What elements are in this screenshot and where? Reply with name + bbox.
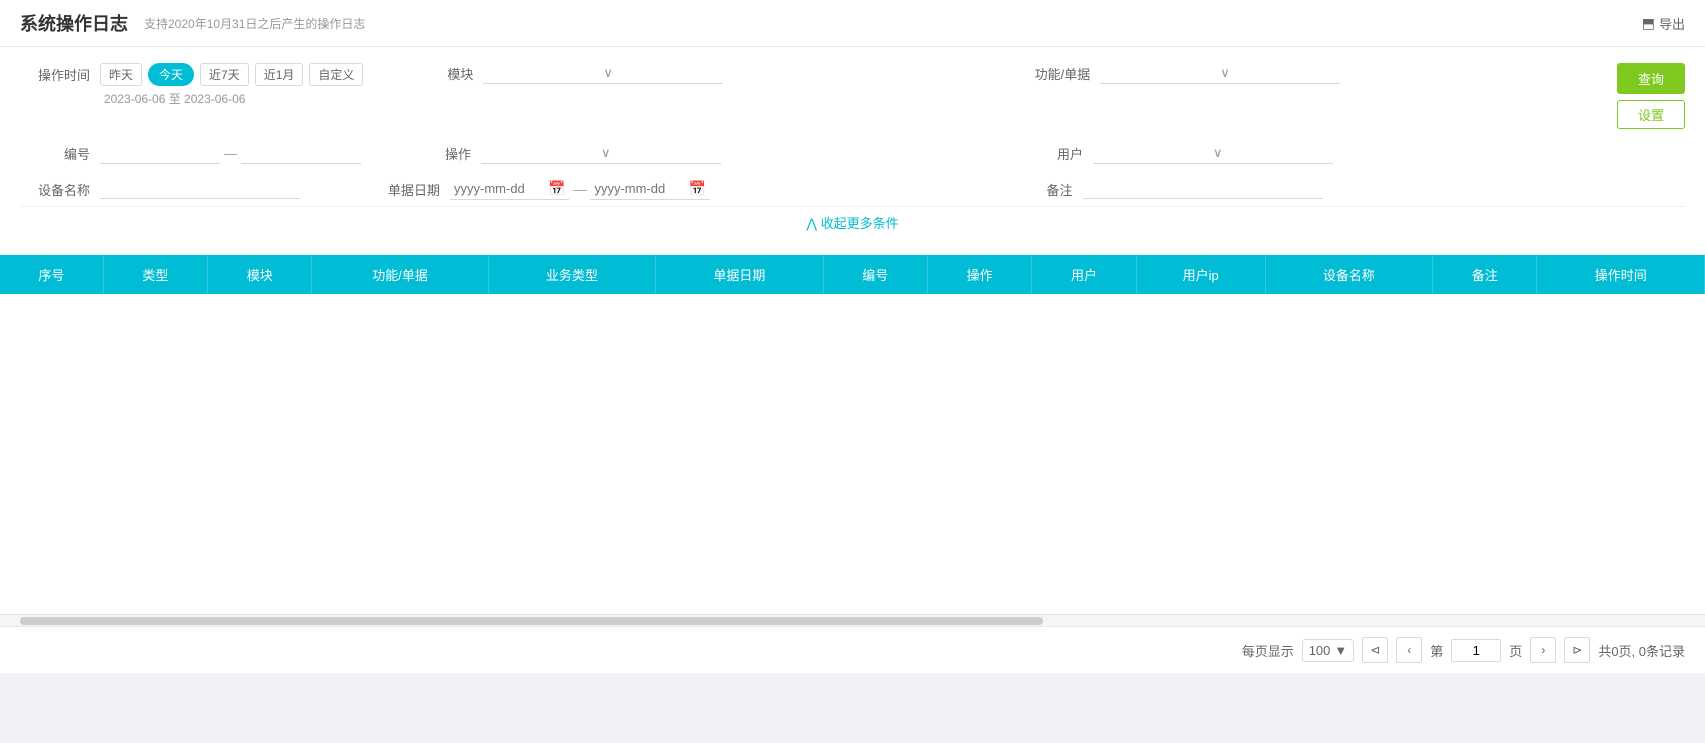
code-separator: — [220, 146, 241, 161]
next-page-button[interactable]: › [1530, 637, 1556, 663]
col-op-time: 操作时间 [1537, 255, 1705, 294]
function-label: 功能/单据 [1020, 64, 1100, 83]
col-operation: 操作 [927, 255, 1031, 294]
last-page-button[interactable]: ⊳ [1564, 637, 1590, 663]
calendar-to-icon[interactable]: 📅 [688, 180, 705, 197]
col-code: 编号 [823, 255, 927, 294]
device-label: 设备名称 [20, 180, 100, 199]
page-size-label: 每页显示 [1242, 641, 1294, 660]
code-label: 编号 [20, 144, 100, 163]
col-user: 用户 [1032, 255, 1136, 294]
table-header-row: 序号 类型 模块 功能/单据 业务类型 单据日期 编号 操作 用户 用户ip 设… [0, 255, 1705, 294]
time-filter-group: 昨天 今天 近7天 近1月 自定义 [100, 63, 363, 86]
pagination-footer: 每页显示 100 ▼ ⊲ ‹ 第 页 › ⊳ 共0页, 0条记录 [0, 626, 1705, 673]
col-bill-date: 单据日期 [656, 255, 823, 294]
horizontal-scrollbar[interactable] [0, 614, 1705, 626]
module-arrow-icon: ∨ [603, 65, 719, 81]
empty-data-area [0, 294, 1705, 614]
collapse-bar[interactable]: ⋀ 收起更多条件 [20, 206, 1685, 238]
bill-date-label: 单据日期 [380, 180, 450, 199]
export-button[interactable]: ⬒ 导出 [1642, 14, 1685, 33]
page-number-input[interactable] [1451, 639, 1501, 662]
total-info: 共0页, 0条记录 [1598, 641, 1685, 660]
col-type: 类型 [103, 255, 207, 294]
col-user-ip: 用户ip [1136, 255, 1265, 294]
bill-date-from[interactable]: 📅 [450, 178, 569, 200]
col-function: 功能/单据 [312, 255, 488, 294]
prev-page-button[interactable]: ‹ [1396, 637, 1422, 663]
export-icon: ⬒ [1642, 15, 1655, 32]
function-arrow-icon: ∨ [1220, 65, 1336, 81]
module-label: 模块 [403, 64, 483, 83]
time-btn-7days[interactable]: 近7天 [200, 63, 249, 86]
operation-arrow-icon: ∨ [601, 145, 717, 161]
time-btn-yesterday[interactable]: 昨天 [100, 63, 142, 86]
settings-button[interactable]: 设置 [1617, 100, 1685, 129]
bill-date-to-input[interactable] [594, 181, 684, 196]
col-remark: 备注 [1433, 255, 1537, 294]
device-input[interactable] [100, 179, 300, 199]
calendar-from-icon[interactable]: 📅 [548, 180, 565, 197]
module-select[interactable]: ∨ [483, 63, 723, 84]
query-button[interactable]: 查询 [1617, 63, 1685, 94]
code-to-input[interactable] [241, 144, 361, 164]
col-device: 设备名称 [1265, 255, 1432, 294]
col-biz-type: 业务类型 [488, 255, 655, 294]
bill-date-from-input[interactable] [454, 181, 544, 196]
time-btn-custom[interactable]: 自定义 [309, 63, 363, 86]
collapse-label: 收起更多条件 [821, 216, 899, 231]
bill-date-separator: — [569, 182, 590, 197]
page-label: 第 [1430, 641, 1443, 660]
remark-input[interactable] [1083, 179, 1323, 199]
user-label: 用户 [1013, 144, 1093, 163]
page-header: 系统操作日志 支持2020年10月31日之后产生的操作日志 ⬒ 导出 [0, 0, 1705, 47]
remark-label: 备注 [1003, 180, 1083, 199]
code-from-input[interactable] [100, 144, 220, 164]
page-size-value: 100 [1309, 643, 1331, 658]
user-select[interactable]: ∨ [1093, 143, 1333, 164]
bill-date-to[interactable]: 📅 [590, 178, 709, 200]
page-size-select[interactable]: 100 ▼ [1302, 639, 1355, 662]
page-size-arrow-icon: ▼ [1334, 643, 1347, 658]
table-container: 序号 类型 模块 功能/单据 业务类型 单据日期 编号 操作 用户 用户ip 设… [0, 255, 1705, 614]
action-buttons: 查询 设置 [1617, 63, 1685, 129]
col-sequence: 序号 [0, 255, 103, 294]
time-label: 操作时间 [20, 65, 100, 84]
first-page-button[interactable]: ⊲ [1362, 637, 1388, 663]
page-unit: 页 [1509, 641, 1522, 660]
time-btn-today[interactable]: 今天 [148, 63, 194, 86]
operation-label: 操作 [401, 144, 481, 163]
data-table: 序号 类型 模块 功能/单据 业务类型 单据日期 编号 操作 用户 用户ip 设… [0, 255, 1705, 294]
user-arrow-icon: ∨ [1213, 145, 1329, 161]
function-select[interactable]: ∨ [1100, 63, 1340, 84]
col-module: 模块 [208, 255, 312, 294]
collapse-icon: ⋀ [806, 216, 817, 231]
filter-section: 操作时间 昨天 今天 近7天 近1月 自定义 2023-06-06 至 2023… [0, 47, 1705, 255]
page-subtitle: 支持2020年10月31日之后产生的操作日志 [144, 15, 365, 32]
date-range-display: 2023-06-06 至 2023-06-06 [104, 90, 245, 107]
operation-select[interactable]: ∨ [481, 143, 721, 164]
scrollbar-thumb[interactable] [20, 617, 1043, 625]
time-btn-1month[interactable]: 近1月 [255, 63, 304, 86]
page-title: 系统操作日志 [20, 10, 128, 36]
